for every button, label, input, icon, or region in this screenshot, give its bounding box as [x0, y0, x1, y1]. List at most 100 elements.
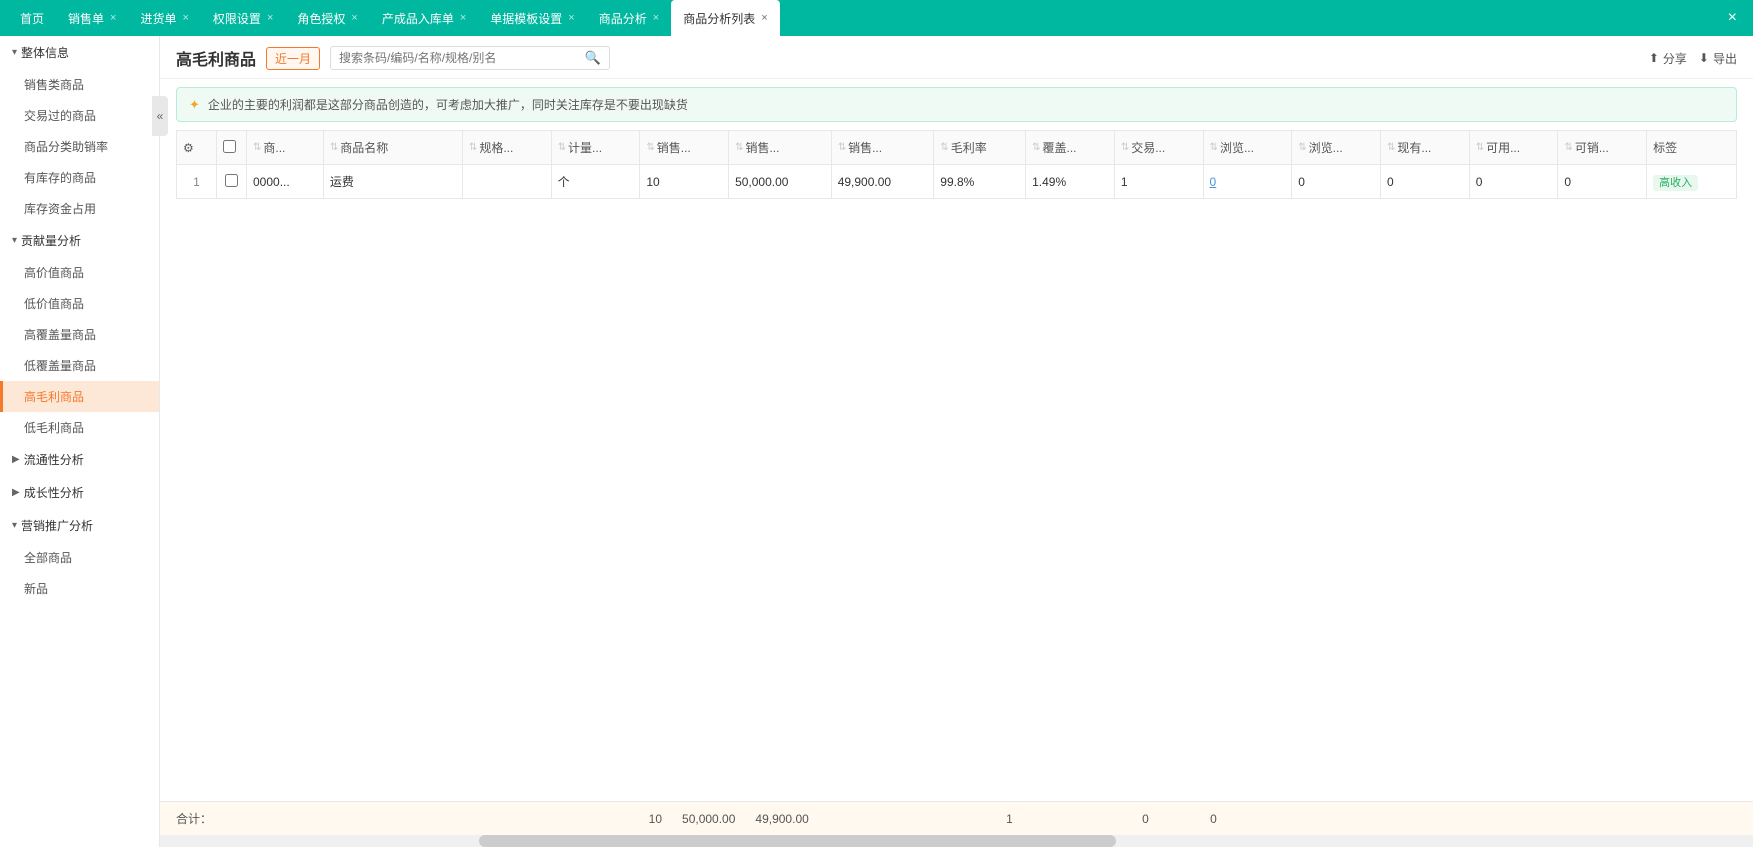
- nav-sales[interactable]: 销售单 ×: [56, 0, 128, 36]
- nav-close-all[interactable]: ×: [1720, 9, 1745, 27]
- sort-icon-view1[interactable]: ⇅: [1210, 142, 1218, 153]
- cell-coverage: 1.49%: [1026, 165, 1115, 199]
- sidebar-item-traded-goods[interactable]: 交易过的商品: [0, 100, 159, 131]
- sidebar-group-marketing[interactable]: ▾ 营销推广分析: [0, 509, 159, 542]
- nav-home[interactable]: 首页: [8, 0, 56, 36]
- nav-purchase-close[interactable]: ×: [182, 12, 188, 24]
- sidebar-item-new-goods[interactable]: 新品: [0, 573, 159, 604]
- sort-icon-view2[interactable]: ⇅: [1298, 142, 1306, 153]
- cell-checkbox[interactable]: [217, 165, 247, 199]
- filter-period-btn[interactable]: 近一月: [266, 47, 320, 70]
- sort-icon-sales-profit[interactable]: ⇅: [838, 142, 846, 153]
- search-box: 🔍: [330, 46, 610, 70]
- table-wrapper[interactable]: ⚙ ⇅ 商...: [176, 130, 1737, 801]
- share-button[interactable]: ⬆ 分享: [1649, 50, 1687, 67]
- nav-product-analysis[interactable]: 商品分析 ×: [587, 0, 671, 36]
- nav-permission[interactable]: 权限设置 ×: [201, 0, 285, 36]
- sidebar-item-high-coverage[interactable]: 高覆盖量商品: [0, 319, 159, 350]
- sidebar-item-high-margin[interactable]: 高毛利商品: [0, 381, 159, 412]
- content-header: 高毛利商品 近一月 🔍 ⬆ 分享 ⬇ 导出: [160, 36, 1753, 79]
- col-unit: ⇅ 计量...: [551, 131, 640, 165]
- sidebar-item-all-goods[interactable]: 全部商品: [0, 542, 159, 573]
- table-row: 1 0000... 运费 个 10 50,000.00 49,900.00 99: [177, 165, 1737, 199]
- nav-analysis-list[interactable]: 商品分析列表 ×: [671, 0, 779, 36]
- sort-icon-sellable[interactable]: ⇅: [1564, 142, 1572, 153]
- sidebar-collapse-btn[interactable]: «: [152, 96, 168, 136]
- sidebar-item-low-coverage[interactable]: 低覆盖量商品: [0, 350, 159, 381]
- sort-icon-current[interactable]: ⇅: [1387, 142, 1395, 153]
- cell-sales-profit: 49,900.00: [831, 165, 934, 199]
- nav-analysis-list-close[interactable]: ×: [761, 12, 767, 24]
- export-button[interactable]: ⬇ 导出: [1699, 50, 1737, 67]
- col-sellable: ⇅ 可销...: [1558, 131, 1647, 165]
- cell-gross-margin: 99.8%: [934, 165, 1026, 199]
- sort-icon-unit[interactable]: ⇅: [558, 142, 566, 153]
- nav-role[interactable]: 角色授权 ×: [285, 0, 369, 36]
- sidebar-group-liquidity[interactable]: ▶ 流通性分析: [0, 443, 159, 476]
- settings-icon[interactable]: ⚙: [183, 141, 194, 155]
- sidebar-item-high-value[interactable]: 高价值商品: [0, 257, 159, 288]
- sidebar-item-sales-goods[interactable]: 销售类商品: [0, 69, 159, 100]
- footer-sales-count: 10: [608, 812, 668, 826]
- cell-view2: 0: [1292, 165, 1381, 199]
- search-input[interactable]: [339, 51, 585, 65]
- col-transaction: ⇅ 交易...: [1114, 131, 1203, 165]
- sidebar-item-low-margin[interactable]: 低毛利商品: [0, 412, 159, 443]
- arrow-liquidity: ▶: [12, 454, 20, 465]
- col-view1: ⇅ 浏览...: [1203, 131, 1292, 165]
- nav-product-inbound-close[interactable]: ×: [460, 12, 466, 24]
- sidebar-item-low-value[interactable]: 低价值商品: [0, 288, 159, 319]
- sort-icon-code[interactable]: ⇅: [253, 142, 261, 153]
- sidebar-item-stock-capital[interactable]: 库存资金占用: [0, 193, 159, 224]
- col-name: ⇅ 商品名称: [323, 131, 462, 165]
- nav-product-inbound[interactable]: 产成品入库单 ×: [370, 0, 478, 36]
- col-sales-amount: ⇅ 销售...: [729, 131, 832, 165]
- col-spec: ⇅ 规格...: [462, 131, 551, 165]
- sidebar-item-in-stock[interactable]: 有库存的商品: [0, 162, 159, 193]
- horizontal-scrollbar[interactable]: [160, 835, 1753, 847]
- nav-sales-close[interactable]: ×: [110, 12, 116, 24]
- sort-icon-spec[interactable]: ⇅: [469, 142, 477, 153]
- scrollbar-thumb[interactable]: [479, 835, 1116, 847]
- footer-transaction: 1: [959, 812, 1019, 826]
- col-index: ⚙: [177, 131, 217, 165]
- sort-icon-available[interactable]: ⇅: [1476, 142, 1484, 153]
- cell-current: 0: [1380, 165, 1469, 199]
- sidebar-group-growth[interactable]: ▶ 成长性分析: [0, 476, 159, 509]
- footer-current: 0: [1163, 812, 1223, 826]
- nav-role-close[interactable]: ×: [351, 12, 357, 24]
- col-sales-count: ⇅ 销售...: [640, 131, 729, 165]
- select-all-checkbox[interactable]: [223, 140, 236, 153]
- nav-product-analysis-close[interactable]: ×: [653, 12, 659, 24]
- data-table: ⚙ ⇅ 商...: [176, 130, 1737, 199]
- col-code: ⇅ 商...: [247, 131, 324, 165]
- col-available: ⇅ 可用...: [1469, 131, 1558, 165]
- info-banner: ✦ 企业的主要的利润都是这部分商品创造的，可考虑加大推广，同时关注库存是不要出现…: [176, 87, 1737, 122]
- sort-icon-sales-amount[interactable]: ⇅: [735, 142, 743, 153]
- sort-icon-sales-count[interactable]: ⇅: [646, 142, 654, 153]
- arrow-overall: ▾: [12, 47, 17, 58]
- sort-icon-name[interactable]: ⇅: [330, 142, 338, 153]
- sidebar-item-category-rate[interactable]: 商品分类助销率: [0, 131, 159, 162]
- content-title: 高毛利商品: [176, 46, 256, 70]
- sort-icon-transaction[interactable]: ⇅: [1121, 142, 1129, 153]
- sidebar-group-overall[interactable]: ▾ 整体信息: [0, 36, 159, 69]
- sidebar-group-contribution[interactable]: ▾ 贡献量分析: [0, 224, 159, 257]
- col-checkbox: [217, 131, 247, 165]
- nav-template-settings[interactable]: 单据模板设置 ×: [478, 0, 586, 36]
- col-view2: ⇅ 浏览...: [1292, 131, 1381, 165]
- cell-name: 运费: [323, 165, 462, 199]
- cell-view1[interactable]: 0: [1203, 165, 1292, 199]
- row-checkbox[interactable]: [225, 174, 238, 187]
- nav-purchase[interactable]: 进货单 ×: [128, 0, 200, 36]
- nav-permission-close[interactable]: ×: [267, 12, 273, 24]
- nav-template-settings-close[interactable]: ×: [568, 12, 574, 24]
- nav-right: ×: [1720, 9, 1745, 27]
- export-icon: ⬇: [1699, 51, 1709, 65]
- cell-unit: 个: [551, 165, 640, 199]
- sort-icon-gross-margin[interactable]: ⇅: [940, 142, 948, 153]
- search-icon[interactable]: 🔍: [585, 50, 601, 66]
- sort-icon-coverage[interactable]: ⇅: [1032, 142, 1040, 153]
- main-layout: ▾ 整体信息 销售类商品 交易过的商品 商品分类助销率 有库存的商品 库存资金占…: [0, 36, 1753, 847]
- cell-sellable: 0: [1558, 165, 1647, 199]
